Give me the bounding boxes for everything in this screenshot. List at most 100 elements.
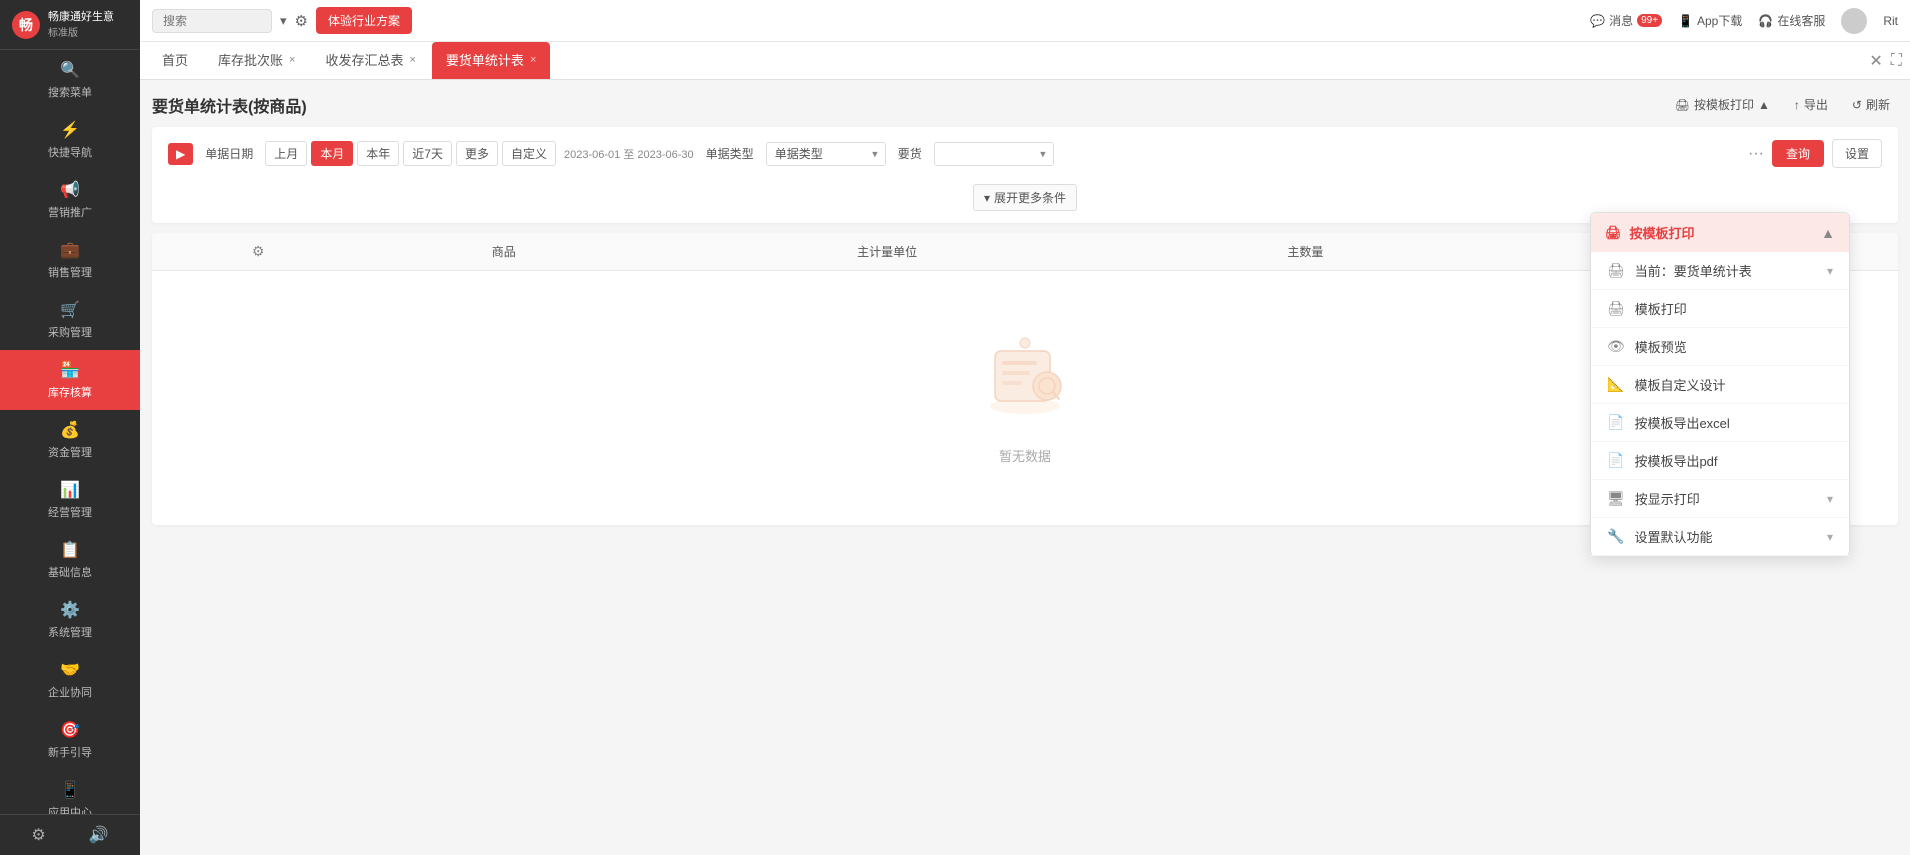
- tab-home[interactable]: 首页: [148, 42, 202, 79]
- main-area: ▾ ⚙ 体验行业方案 💬 消息 99+ 📱 App下载 🎧 在线客服 Rit 首…: [140, 0, 1910, 855]
- sidebar-item-label: 资金管理: [48, 444, 92, 460]
- message-badge: 99+: [1637, 14, 1662, 27]
- tab-receivable-summary[interactable]: 收发存汇总表 ×: [311, 42, 429, 79]
- guide-icon: 🎯: [60, 720, 80, 740]
- dropdown-template-preview[interactable]: 👁 模板预览: [1591, 328, 1849, 366]
- table-header-quantity: 主数量: [1131, 233, 1480, 271]
- sidebar-item-finance[interactable]: 💰 资金管理: [0, 410, 140, 470]
- print-dropdown-chevron: ▲: [1758, 98, 1770, 112]
- dropdown-current-item: 🖨 当前：要货单统计表 ▾: [1591, 252, 1849, 290]
- message-item[interactable]: 💬 消息 99+: [1590, 12, 1662, 29]
- table-header-settings[interactable]: ⚙: [152, 233, 364, 271]
- date-btn-last-month[interactable]: 上月: [265, 141, 307, 166]
- sidebar-item-marketing[interactable]: 📢 营销推广: [0, 170, 140, 230]
- date-range-display: 2023-06-01 至 2023-06-30: [564, 146, 694, 162]
- sound-icon[interactable]: 🔊: [89, 825, 109, 845]
- more-options-icon[interactable]: ···: [1748, 145, 1764, 163]
- sidebar-item-operation[interactable]: 📊 经营管理: [0, 470, 140, 530]
- dropdown-display-print[interactable]: 🖥 按显示打印 ▾: [1591, 480, 1849, 518]
- dropdown-title: 🖨 按模板打印: [1605, 223, 1695, 242]
- sidebar-item-guide[interactable]: 🎯 新手引导: [0, 710, 140, 770]
- expand-conditions-btn[interactable]: ▾ 展开更多条件: [973, 184, 1077, 211]
- app-logo: 畅 畅康通好生意 标准版: [0, 0, 140, 50]
- sidebar-item-label: 经营管理: [48, 504, 92, 520]
- sidebar-item-basic[interactable]: 📋 基础信息: [0, 530, 140, 590]
- topbar-right: 💬 消息 99+ 📱 App下载 🎧 在线客服 Rit: [1590, 8, 1898, 34]
- headset-icon: 🎧: [1758, 14, 1773, 28]
- print-dropdown-overlay: 🖨 按模板打印 ▲ 🖨 当前：要货单统计表 ▾ 🖨 模板打印 👁 模板预览: [1590, 212, 1850, 557]
- tabbar-right: ✕ ⛶: [1869, 42, 1902, 79]
- message-icon: 💬: [1590, 14, 1605, 28]
- page-actions: 🖨 按模板打印 ▲ ↑ 导出 ↺ 刷新: [1667, 92, 1898, 117]
- app-download-item[interactable]: 📱 App下载: [1678, 12, 1742, 29]
- order-type-select[interactable]: 单据类型: [766, 142, 886, 166]
- dropdown-export-pdf[interactable]: 📄 按模板导出pdf: [1591, 442, 1849, 480]
- set-default-chevron: ▾: [1827, 530, 1833, 544]
- dropdown-template-design[interactable]: 📐 模板自定义设计: [1591, 366, 1849, 404]
- close-all-icon[interactable]: ✕: [1869, 51, 1882, 71]
- export-label: 导出: [1804, 96, 1828, 113]
- tab-home-label: 首页: [162, 50, 188, 69]
- filter-row-1: ▶ 单据日期 上月 本月 本年 近7天 更多 自定义 2023-06-01 至 …: [168, 139, 1882, 168]
- industry-btn[interactable]: 体验行业方案: [316, 7, 412, 34]
- inventory-icon: 🏪: [60, 360, 80, 380]
- sidebar-item-label: 库存核算: [48, 384, 92, 400]
- tab-order-stats[interactable]: 要货单统计表 ×: [432, 42, 550, 79]
- filter-row-2: ▾ 展开更多条件: [168, 176, 1882, 211]
- export-btn[interactable]: ↑ 导出: [1786, 92, 1836, 117]
- set-default-icon: 🔧: [1607, 528, 1624, 545]
- sidebar-item-system[interactable]: ⚙️ 系统管理: [0, 590, 140, 650]
- sidebar-item-search[interactable]: 🔍 搜索菜单: [0, 50, 140, 110]
- purchase-icon: 🛒: [60, 300, 80, 320]
- sidebar-item-appstore[interactable]: 📱 应用中心: [0, 770, 140, 814]
- tab-order-stats-label: 要货单统计表: [446, 50, 524, 69]
- date-btn-custom[interactable]: 自定义: [502, 141, 556, 166]
- maximize-icon[interactable]: ⛶: [1891, 52, 1902, 70]
- search-input[interactable]: [152, 9, 272, 33]
- tab-order-stats-close[interactable]: ×: [530, 54, 536, 66]
- search-dropdown-icon[interactable]: ▾: [280, 13, 287, 29]
- current-print-icon: 🖨: [1607, 262, 1625, 279]
- dropdown-template-print[interactable]: 🖨 模板打印: [1591, 290, 1849, 328]
- date-btn-this-year[interactable]: 本年: [357, 141, 399, 166]
- sidebar-item-purchase[interactable]: 🛒 采购管理: [0, 290, 140, 350]
- tab-receivable-summary-close[interactable]: ×: [409, 54, 415, 66]
- tab-inventory-batch-close[interactable]: ×: [289, 54, 295, 66]
- expand-label: 展开更多条件: [994, 189, 1066, 206]
- refresh-btn[interactable]: ↺ 刷新: [1844, 92, 1898, 117]
- query-btn[interactable]: 查询: [1772, 140, 1824, 167]
- empty-text: 暂无数据: [999, 446, 1051, 465]
- dropdown-current-label: 当前：要货单统计表: [1635, 261, 1752, 280]
- settings-icon[interactable]: ⚙: [31, 825, 45, 845]
- template-design-label: 模板自定义设计: [1634, 375, 1725, 394]
- goods-select[interactable]: [934, 142, 1054, 166]
- gear-icon[interactable]: ⚙: [295, 12, 308, 30]
- date-btn-this-month[interactable]: 本月: [311, 141, 353, 166]
- print-template-btn[interactable]: 🖨 按模板打印 ▲: [1667, 92, 1778, 117]
- table-settings-icon[interactable]: ⚙: [252, 243, 265, 259]
- dropdown-export-excel[interactable]: 📄 按模板导出excel: [1591, 404, 1849, 442]
- sidebar-item-label: 销售管理: [48, 264, 92, 280]
- dropdown-set-default[interactable]: 🔧 设置默认功能 ▾: [1591, 518, 1849, 556]
- message-label: 消息: [1609, 12, 1633, 29]
- display-print-icon: 🖥: [1607, 490, 1625, 507]
- dropdown-close-btn[interactable]: ▲: [1821, 225, 1835, 241]
- sidebar-item-sales[interactable]: 💼 销售管理: [0, 230, 140, 290]
- goods-label: 要货: [898, 145, 922, 162]
- user-name: Rit: [1883, 14, 1898, 28]
- template-preview-label: 模板预览: [1635, 337, 1687, 356]
- sidebar-item-cooperation[interactable]: 🤝 企业协同: [0, 650, 140, 710]
- date-btn-more[interactable]: 更多: [456, 141, 498, 166]
- settings-btn[interactable]: 设置: [1832, 139, 1882, 168]
- sidebar-item-shortcut[interactable]: ⚡ 快捷导航: [0, 110, 140, 170]
- filter-expand-arrow[interactable]: ▶: [168, 143, 193, 165]
- online-service-item[interactable]: 🎧 在线客服: [1758, 12, 1825, 29]
- basic-icon: 📋: [60, 540, 80, 560]
- date-btn-7days[interactable]: 近7天: [403, 141, 452, 166]
- sidebar-item-inventory[interactable]: 🏪 库存核算: [0, 350, 140, 410]
- app-name: 畅康通好生意: [48, 10, 114, 24]
- expand-icon: ▾: [984, 191, 990, 205]
- dropdown-header: 🖨 按模板打印 ▲: [1591, 213, 1849, 252]
- marketing-icon: 📢: [60, 180, 80, 200]
- tab-inventory-batch[interactable]: 库存批次账 ×: [204, 42, 309, 79]
